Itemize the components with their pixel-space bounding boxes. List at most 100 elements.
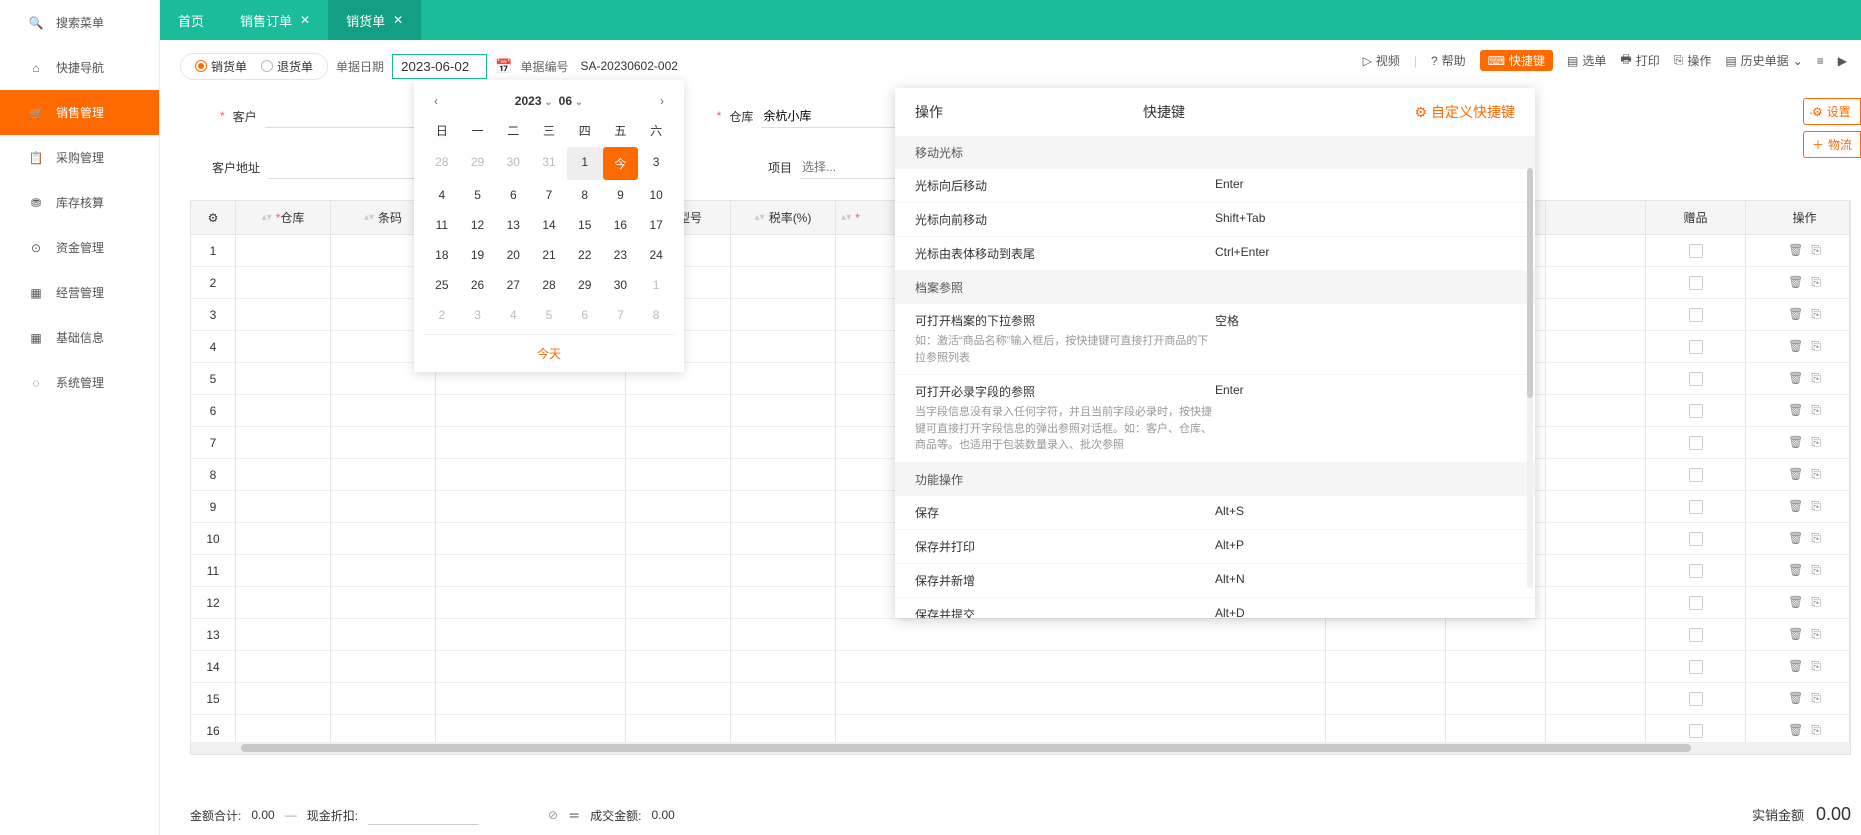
delete-icon[interactable]: 🗑 xyxy=(1788,307,1803,322)
copy-icon[interactable]: ⎘ xyxy=(1811,595,1821,610)
gift-checkbox[interactable] xyxy=(1689,532,1703,546)
cal-day-out[interactable]: 3 xyxy=(460,300,496,330)
gift-checkbox[interactable] xyxy=(1689,500,1703,514)
copy-icon[interactable]: ⎘ xyxy=(1811,339,1821,354)
history-button[interactable]: ▤ 历史单据 ⌄ xyxy=(1725,52,1802,69)
th-warehouse[interactable]: ▴▾*仓库 xyxy=(236,201,331,234)
sidebar-item-4[interactable]: ⛃库存核算 xyxy=(0,180,159,225)
delete-icon[interactable]: 🗑 xyxy=(1788,243,1803,258)
cal-day[interactable]: 28 xyxy=(531,270,567,300)
copy-icon[interactable]: ⎘ xyxy=(1811,275,1821,290)
cal-today-button[interactable]: 今天 xyxy=(424,334,674,372)
help-button[interactable]: ? 帮助 xyxy=(1431,52,1466,69)
table-row[interactable]: 14🗑⎘ xyxy=(191,651,1850,683)
cal-day[interactable]: 1 xyxy=(567,147,603,180)
cal-day[interactable]: 10 xyxy=(638,180,674,210)
tab-close-icon[interactable]: ✕ xyxy=(393,13,403,27)
tab-close-icon[interactable]: ✕ xyxy=(300,13,310,27)
cal-day[interactable]: 7 xyxy=(531,180,567,210)
copy-icon[interactable]: ⎘ xyxy=(1811,563,1821,578)
sc-scrollbar[interactable] xyxy=(1527,168,1533,588)
print-button[interactable]: 🖶 打印 xyxy=(1620,50,1659,71)
h-scrollbar[interactable] xyxy=(191,742,1850,754)
hotkey-button[interactable]: ⌨ 快捷键 xyxy=(1480,50,1553,71)
cal-day-out[interactable]: 4 xyxy=(495,300,531,330)
delete-icon[interactable]: 🗑 xyxy=(1788,403,1803,418)
gift-checkbox[interactable] xyxy=(1689,660,1703,674)
th-tax[interactable]: ▴▾税率(%) xyxy=(731,201,836,234)
cal-day[interactable]: 15 xyxy=(567,210,603,240)
delete-icon[interactable]: 🗑 xyxy=(1788,499,1803,514)
cal-day[interactable]: 25 xyxy=(424,270,460,300)
delete-icon[interactable]: 🗑 xyxy=(1788,531,1803,546)
cal-day[interactable]: 11 xyxy=(424,210,460,240)
cal-day[interactable]: 14 xyxy=(531,210,567,240)
copy-icon[interactable]: ⎘ xyxy=(1811,723,1821,738)
gift-checkbox[interactable] xyxy=(1689,244,1703,258)
cal-day-out[interactable]: 8 xyxy=(638,300,674,330)
delete-icon[interactable]: 🗑 xyxy=(1788,659,1803,674)
gift-checkbox[interactable] xyxy=(1689,340,1703,354)
cal-day[interactable]: 18 xyxy=(424,240,460,270)
date-input[interactable] xyxy=(392,54,487,79)
cal-day[interactable]: 9 xyxy=(603,180,639,210)
cal-day[interactable]: 12 xyxy=(460,210,496,240)
pick-button[interactable]: ▤ 选单 xyxy=(1567,52,1606,69)
delete-icon[interactable]: 🗑 xyxy=(1788,435,1803,450)
cal-day-out[interactable]: 2 xyxy=(424,300,460,330)
copy-icon[interactable]: ⎘ xyxy=(1811,691,1821,706)
tab-0[interactable]: 首页 xyxy=(160,0,222,40)
cal-day[interactable]: 29 xyxy=(567,270,603,300)
th-amt[interactable] xyxy=(1546,201,1646,234)
cal-month[interactable]: 06 xyxy=(559,94,584,108)
video-button[interactable]: ▷ 视频 xyxy=(1363,52,1400,69)
gift-checkbox[interactable] xyxy=(1689,404,1703,418)
cal-day-out[interactable]: 1 xyxy=(638,270,674,300)
copy-icon[interactable]: ⎘ xyxy=(1811,531,1821,546)
cal-day[interactable]: 17 xyxy=(638,210,674,240)
cal-day[interactable]: 今 xyxy=(603,147,639,180)
discount-input[interactable] xyxy=(368,805,478,825)
delete-icon[interactable]: 🗑 xyxy=(1788,627,1803,642)
sidebar-item-5[interactable]: ⊙资金管理 xyxy=(0,225,159,270)
gift-checkbox[interactable] xyxy=(1689,308,1703,322)
gift-checkbox[interactable] xyxy=(1689,724,1703,738)
cal-day[interactable]: 3 xyxy=(638,147,674,180)
cal-year[interactable]: 2023 xyxy=(515,94,553,108)
copy-icon[interactable]: ⎘ xyxy=(1811,659,1821,674)
cal-day-out[interactable]: 31 xyxy=(531,147,567,180)
cal-day-out[interactable]: 7 xyxy=(603,300,639,330)
table-row[interactable]: 15🗑⎘ xyxy=(191,683,1850,715)
tab-2[interactable]: 销货单✕ xyxy=(328,0,421,40)
copy-icon[interactable]: ⎘ xyxy=(1811,467,1821,482)
sidebar-item-6[interactable]: ▦经营管理 xyxy=(0,270,159,315)
cal-day[interactable]: 30 xyxy=(603,270,639,300)
delete-icon[interactable]: 🗑 xyxy=(1788,563,1803,578)
list-icon[interactable]: ≡ xyxy=(1817,54,1824,68)
gift-checkbox[interactable] xyxy=(1689,372,1703,386)
calendar-icon[interactable]: 📅 xyxy=(495,58,512,75)
custom-hotkey-button[interactable]: ⚙自定义快捷键 xyxy=(1414,102,1515,122)
gift-checkbox[interactable] xyxy=(1689,468,1703,482)
copy-icon[interactable]: ⎘ xyxy=(1811,371,1821,386)
copy-icon[interactable]: ⎘ xyxy=(1811,499,1821,514)
delete-icon[interactable]: 🗑 xyxy=(1788,595,1803,610)
table-row[interactable]: 13🗑⎘ xyxy=(191,619,1850,651)
cal-day-out[interactable]: 6 xyxy=(567,300,603,330)
delete-icon[interactable]: 🗑 xyxy=(1788,371,1803,386)
cal-day-out[interactable]: 29 xyxy=(460,147,496,180)
delete-icon[interactable]: 🗑 xyxy=(1788,275,1803,290)
cal-prev-icon[interactable]: ‹ xyxy=(428,94,444,108)
cal-day[interactable]: 22 xyxy=(567,240,603,270)
sidebar-item-7[interactable]: ▦基础信息 xyxy=(0,315,159,360)
delete-icon[interactable]: 🗑 xyxy=(1788,723,1803,738)
copy-icon[interactable]: ⎘ xyxy=(1811,627,1821,642)
gift-checkbox[interactable] xyxy=(1689,436,1703,450)
th-gear[interactable]: ⚙ xyxy=(191,201,236,234)
cal-day[interactable]: 20 xyxy=(495,240,531,270)
delete-icon[interactable]: 🗑 xyxy=(1788,691,1803,706)
gift-checkbox[interactable] xyxy=(1689,276,1703,290)
copy-icon[interactable]: ⎘ xyxy=(1811,307,1821,322)
cal-day[interactable]: 27 xyxy=(495,270,531,300)
sidebar-item-8[interactable]: ◌系统管理 xyxy=(0,360,159,405)
